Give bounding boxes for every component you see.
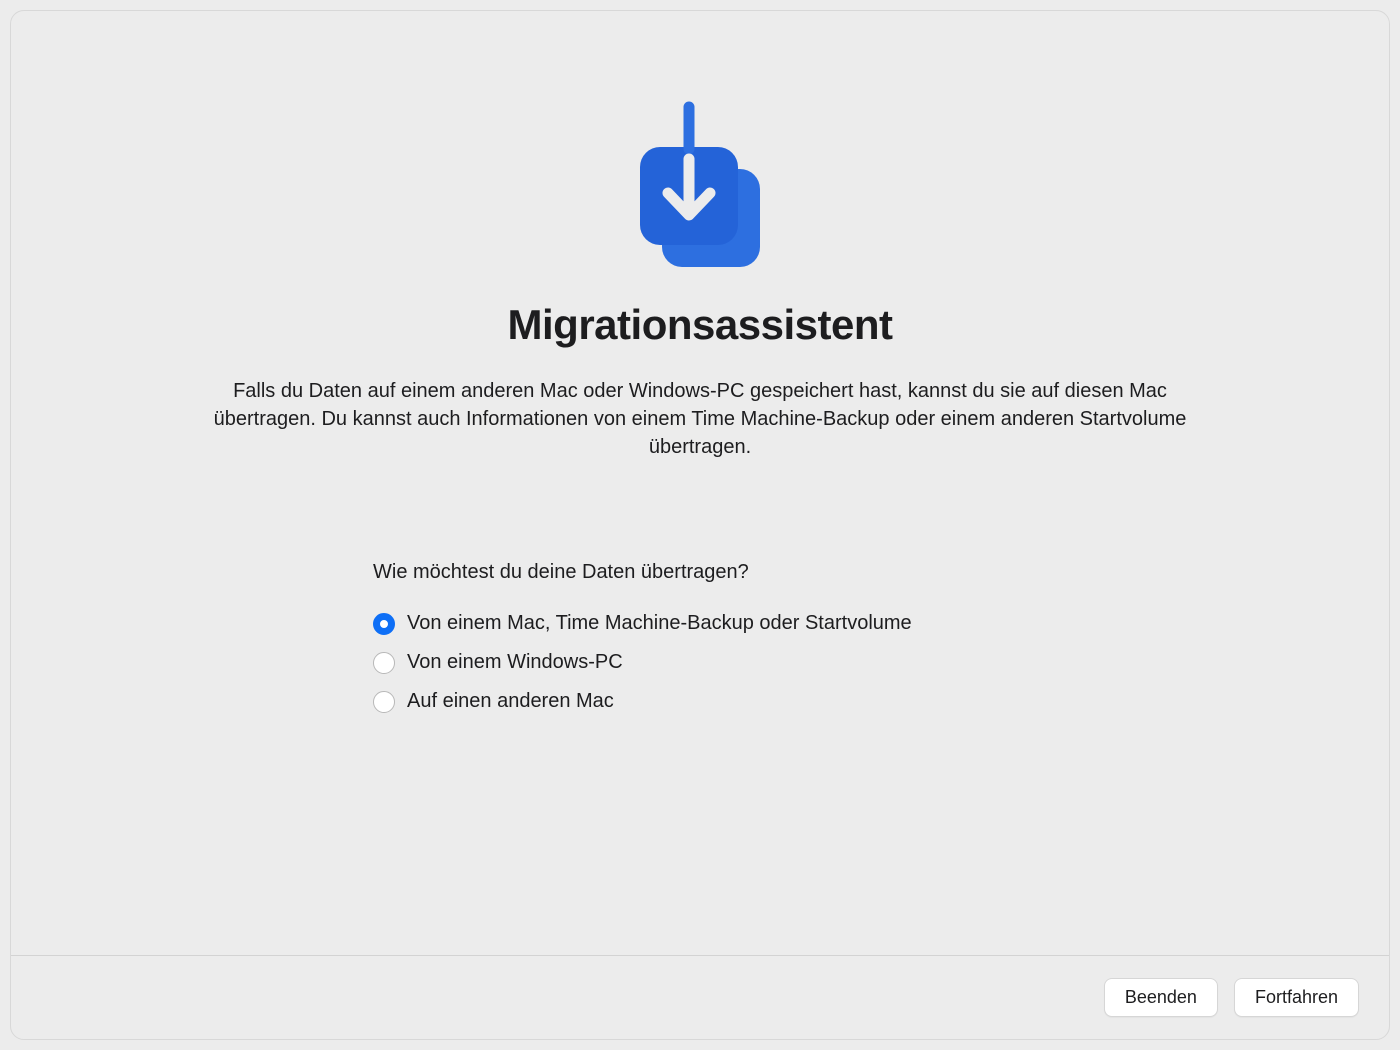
radio-label: Von einem Mac, Time Machine-Backup oder …: [407, 612, 912, 635]
radio-group: Von einem Mac, Time Machine-Backup oder …: [373, 612, 993, 713]
radio-label: Von einem Windows-PC: [407, 651, 623, 674]
radio-option-from-mac[interactable]: Von einem Mac, Time Machine-Backup oder …: [373, 612, 993, 635]
radio-option-to-mac[interactable]: Auf einen anderen Mac: [373, 690, 993, 713]
transfer-options-section: Wie möchtest du deine Daten übertragen? …: [373, 561, 993, 713]
quit-button[interactable]: Beenden: [1104, 978, 1218, 1017]
radio-indicator-icon: [373, 613, 395, 635]
continue-button[interactable]: Fortfahren: [1234, 978, 1359, 1017]
footer-toolbar: Beenden Fortfahren: [11, 955, 1389, 1039]
radio-indicator-icon: [373, 652, 395, 674]
radio-label: Auf einen anderen Mac: [407, 690, 614, 713]
migration-icon: [620, 101, 780, 281]
migration-assistant-window: Migrationsassistent Falls du Daten auf e…: [10, 10, 1390, 1040]
main-content: Migrationsassistent Falls du Daten auf e…: [11, 11, 1389, 955]
transfer-question: Wie möchtest du deine Daten übertragen?: [373, 561, 993, 584]
page-title: Migrationsassistent: [508, 301, 893, 349]
radio-indicator-icon: [373, 691, 395, 713]
radio-option-from-windows[interactable]: Von einem Windows-PC: [373, 651, 993, 674]
description-text: Falls du Daten auf einem anderen Mac ode…: [195, 377, 1205, 461]
